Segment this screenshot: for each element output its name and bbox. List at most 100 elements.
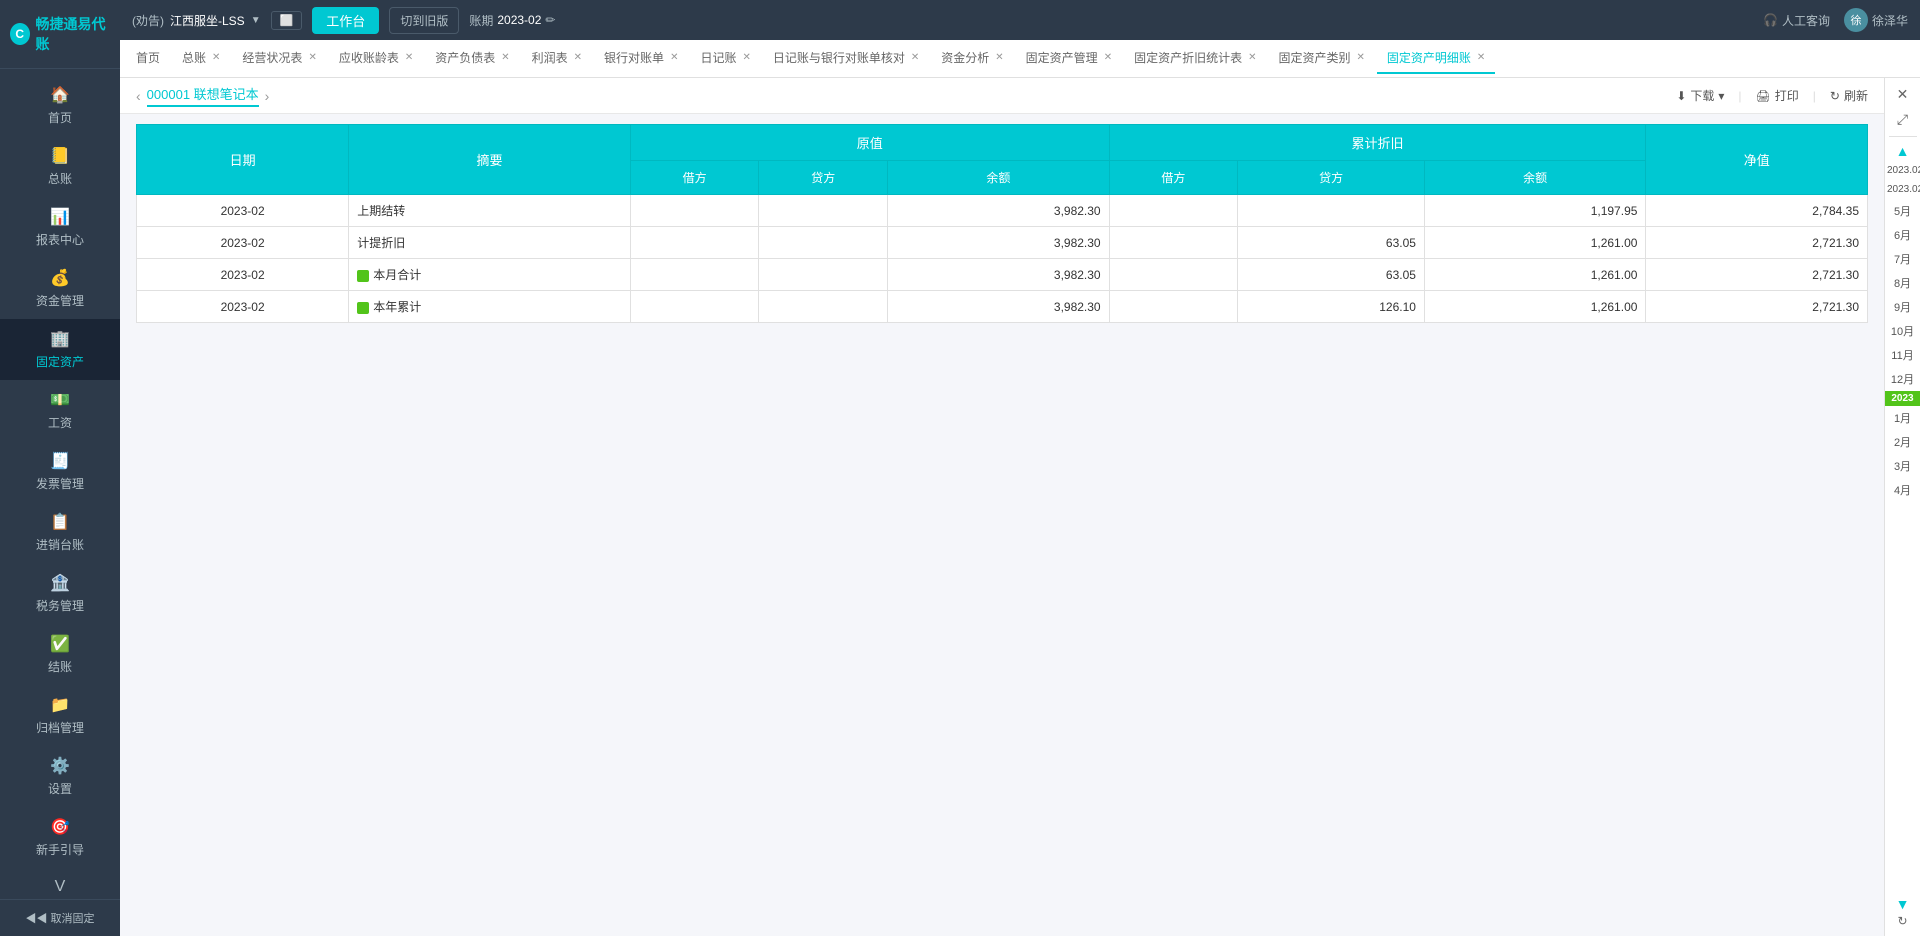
sidebar-item-guide[interactable]: 🎯 新手引导 [0, 807, 120, 868]
tab-business[interactable]: 经营状况表✕ [232, 43, 326, 74]
tab-fixed-depreciation[interactable]: 固定资产折旧统计表✕ [1124, 43, 1266, 74]
panel-expand-button[interactable]: ⤢ [1893, 107, 1912, 132]
tab-capital-analysis[interactable]: 资金分析✕ [931, 43, 1013, 74]
tab-bank-statement[interactable]: 银行对账单✕ [594, 43, 688, 74]
panel-refresh-icon[interactable]: ↻ [1897, 914, 1907, 928]
company-selector[interactable]: (劝告) 江西服坐-LSS ▼ [132, 12, 261, 29]
cell-date-3: 2023-02 [137, 291, 349, 323]
tab-close-assets-liabilities[interactable]: ✕ [501, 52, 509, 63]
sidebar-label-invoice: 发票管理 [36, 475, 84, 492]
download-icon: ⬇ [1676, 89, 1686, 103]
tab-close-fixed-detail[interactable]: ✕ [1477, 52, 1485, 63]
action-separator: | [1813, 89, 1816, 103]
tab-fixed-detail[interactable]: 固定资产明细账 ✕ [1377, 43, 1495, 74]
sidebar-item-invoice[interactable]: 🧾 发票管理 [0, 441, 120, 502]
col-accumulated-depreciation: 累计折旧 [1109, 125, 1646, 161]
cell-acc-balance-2: 1,261.00 [1424, 259, 1645, 291]
refresh-label: 刷新 [1844, 87, 1868, 104]
scroll-down-button[interactable]: ▼ [1894, 894, 1912, 914]
sidebar-item-payroll[interactable]: 💵 工资 [0, 380, 120, 441]
tab-profit[interactable]: 利润表✕ [522, 43, 592, 74]
month-item-3月[interactable]: 3月 [1885, 454, 1920, 478]
year-badge-item[interactable]: 2023 [1885, 391, 1920, 406]
tab-receivable[interactable]: 应收账龄表✕ [329, 43, 423, 74]
sidebar-item-reports[interactable]: 📊 报表中心 [0, 197, 120, 258]
tab-ledger[interactable]: 总账✕ [172, 43, 230, 74]
nav-next-arrow[interactable]: › [265, 88, 270, 104]
col-acc-balance: 余额 [1424, 161, 1645, 195]
tab-fixed-category[interactable]: 固定资产类别✕ [1268, 43, 1374, 74]
row-badge [357, 270, 369, 282]
copy-company-button[interactable]: ⬜ [271, 11, 303, 30]
tab-home[interactable]: 首页 [126, 43, 170, 74]
tab-close-bank-statement[interactable]: ✕ [670, 52, 678, 63]
tab-label-fixed-detail: 固定资产明细账 [1387, 49, 1471, 66]
sidebar-item-sales[interactable]: 📋 进销台账 [0, 502, 120, 563]
month-item-1月[interactable]: 1月 [1885, 406, 1920, 430]
month-item-8月[interactable]: 8月 [1885, 271, 1920, 295]
tab-close-fixed-mgmt[interactable]: ✕ [1104, 52, 1112, 63]
refresh-button[interactable]: ↻ 刷新 [1830, 87, 1868, 104]
workbench-button[interactable]: 工作台 [312, 7, 379, 34]
tab-journal-bank-check[interactable]: 日记账与银行对账单核对 ✕ [763, 43, 929, 74]
tab-close-fixed-depreciation[interactable]: ✕ [1248, 52, 1256, 63]
year-date-item-1[interactable]: 2023.02 [1885, 180, 1920, 199]
month-item-9月[interactable]: 9月 [1885, 295, 1920, 319]
sidebar-item-capital[interactable]: 💰 资金管理 [0, 258, 120, 319]
sidebar-item-home[interactable]: 🏠 首页 [0, 75, 120, 136]
home-icon: 🏠 [50, 85, 70, 105]
sidebar-item-archive[interactable]: 📁 归档管理 [0, 685, 120, 746]
tab-fixed-mgmt[interactable]: 固定资产管理✕ [1016, 43, 1122, 74]
tab-journal[interactable]: 日记账✕ [690, 43, 760, 74]
tab-close-journal[interactable]: ✕ [742, 52, 750, 63]
panel-bottom: ↻ [1897, 914, 1907, 932]
month-item-6月[interactable]: 6月 [1885, 223, 1920, 247]
tab-close-profit[interactable]: ✕ [574, 52, 582, 63]
sidebar-item-settings[interactable]: ⚙️ 设置 [0, 746, 120, 807]
sidebar-item-ledger[interactable]: 📒 总账 [0, 136, 120, 197]
old-version-button[interactable]: 切到旧版 [389, 7, 459, 34]
ledger-icon: 📒 [50, 146, 70, 166]
month-item-5月[interactable]: 5月 [1885, 199, 1920, 223]
month-item-10月[interactable]: 10月 [1885, 319, 1920, 343]
subnav-breadcrumb[interactable]: 000001 联想笔记本 [147, 84, 259, 107]
year-date-item-0[interactable]: 2023.02 [1885, 161, 1920, 180]
sidebar-nav: 🏠 首页 📒 总账 📊 报表中心 💰 资金管理 🏢 固定资产 💵 工资 🧾 发票… [0, 69, 120, 899]
sales-icon: 📋 [50, 512, 70, 532]
tab-label-journal-bank-check: 日记账与银行对账单核对 [773, 49, 905, 66]
customer-service[interactable]: 🎧 人工客询 [1763, 12, 1830, 29]
sidebar-footer-collapse[interactable]: ◀◀ 取消固定 [0, 899, 120, 936]
col-date: 日期 [137, 125, 349, 195]
table-row: 2023-02 本月合计 3,982.30 63.05 1,261.00 2,7… [137, 259, 1868, 291]
panel-close-button[interactable]: ✕ [1893, 82, 1913, 107]
nav-prev-arrow[interactable]: ‹ [136, 88, 141, 104]
month-item-11月[interactable]: 11月 [1885, 343, 1920, 367]
tab-close-receivable[interactable]: ✕ [405, 52, 413, 63]
month-item-7月[interactable]: 7月 [1885, 247, 1920, 271]
cell-net-value-2: 2,721.30 [1646, 259, 1868, 291]
capital-icon: 💰 [50, 268, 70, 288]
period-edit-icon[interactable]: ✏ [545, 13, 555, 27]
month-item-12月[interactable]: 12月 [1885, 367, 1920, 391]
scroll-up-button[interactable]: ▲ [1894, 141, 1912, 161]
sidebar-item-tax[interactable]: 🏦 税务管理 [0, 563, 120, 624]
current-month-item[interactable]: 2月 [1885, 430, 1920, 454]
col-orig-debit: 借方 [630, 161, 759, 195]
sidebar-item-membership[interactable]: V 畅会员 [0, 868, 120, 899]
print-button[interactable]: 🖨 打印 [1756, 87, 1799, 104]
tab-close-journal-bank-check[interactable]: ✕ [911, 52, 919, 63]
download-button[interactable]: ⬇ 下载▾ [1676, 87, 1724, 104]
tax-icon: 🏦 [50, 573, 70, 593]
tab-close-ledger[interactable]: ✕ [212, 52, 220, 63]
sidebar-item-fixed-assets[interactable]: 🏢 固定资产 [0, 319, 120, 380]
left-panel: ‹ 000001 联想笔记本 › ⬇ 下载▾|🖨 打印|↻ 刷新 日期 摘要 [120, 78, 1884, 936]
user-profile[interactable]: 徐 徐泽华 [1844, 8, 1908, 32]
tab-close-capital-analysis[interactable]: ✕ [995, 52, 1003, 63]
tab-assets-liabilities[interactable]: 资产负债表✕ [425, 43, 519, 74]
tab-close-fixed-category[interactable]: ✕ [1357, 52, 1365, 63]
month-item-4月[interactable]: 4月 [1885, 478, 1920, 502]
tab-close-business[interactable]: ✕ [308, 52, 316, 63]
col-orig-balance: 余额 [888, 161, 1109, 195]
sidebar-label-sales: 进销台账 [36, 536, 84, 553]
sidebar-item-closing[interactable]: ✅ 结账 [0, 624, 120, 685]
